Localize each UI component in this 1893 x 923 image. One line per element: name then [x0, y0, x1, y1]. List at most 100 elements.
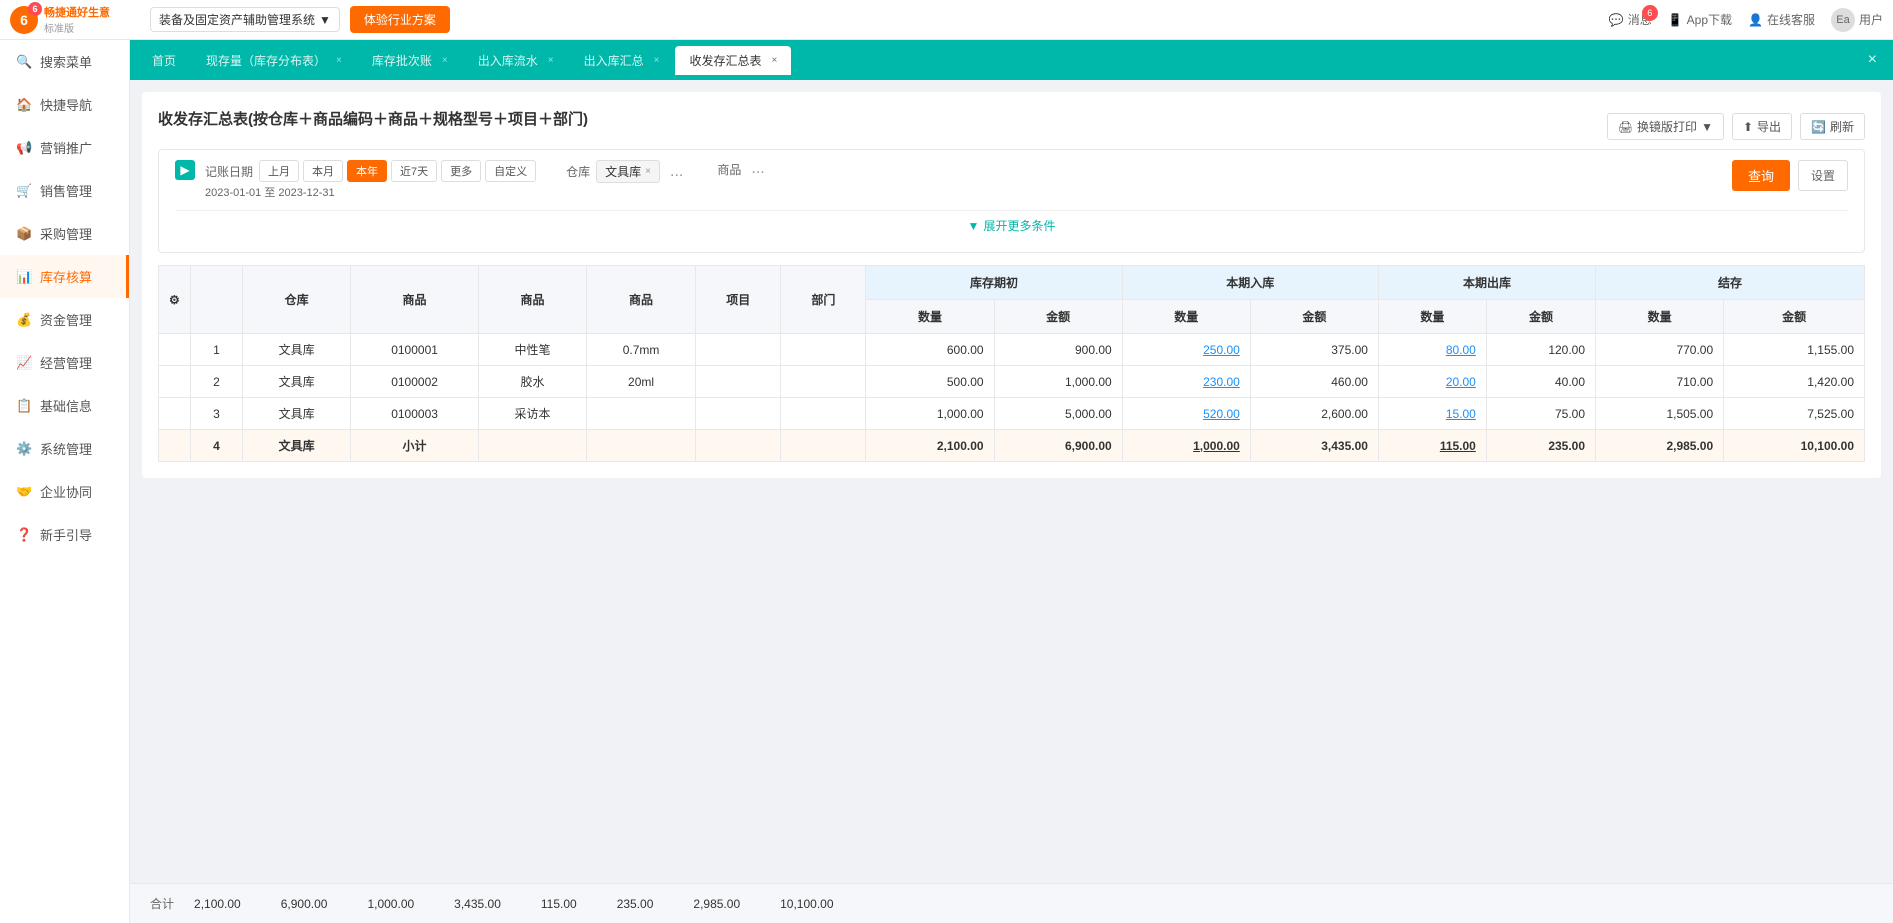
date-last-7-days[interactable]: 近7天	[391, 160, 437, 182]
row-in-qty[interactable]: 250.00	[1122, 334, 1250, 366]
filter-actions: 查询 设置	[1732, 160, 1848, 191]
sidebar-item-operations[interactable]: 📈 经营管理	[0, 341, 129, 384]
row-product-spec	[586, 398, 695, 430]
tab-close-stock-dist[interactable]: ×	[336, 55, 342, 66]
row-in-qty[interactable]: 230.00	[1122, 366, 1250, 398]
marketing-icon: 📢	[16, 140, 32, 156]
sidebar-item-quick[interactable]: 🏠 快捷导航	[0, 83, 129, 126]
refresh-button[interactable]: 🔄 刷新	[1800, 113, 1865, 140]
row-opening-qty: 500.00	[866, 366, 994, 398]
tab-close-batch[interactable]: ×	[442, 55, 448, 66]
collab-icon: 🤝	[16, 484, 32, 500]
sidebar-item-purchase[interactable]: 📦 采购管理	[0, 212, 129, 255]
row-product-spec: 0.7mm	[586, 334, 695, 366]
row-balance-amount: 1,155.00	[1724, 334, 1865, 366]
sidebar-item-collab[interactable]: 🤝 企业协同	[0, 470, 129, 513]
subtotal-in-qty[interactable]: 1,000.00	[1122, 430, 1250, 462]
date-more[interactable]: 更多	[441, 160, 481, 182]
date-custom[interactable]: 自定义	[485, 160, 536, 182]
date-this-year[interactable]: 本年	[347, 160, 387, 182]
tab-receive-summary[interactable]: 收发存汇总表 ×	[675, 46, 791, 75]
th-in-qty: 数量	[1122, 300, 1250, 334]
row-settings	[159, 334, 191, 366]
th-row-num	[190, 266, 242, 334]
service-icon: 👤	[1748, 13, 1763, 27]
page-content: 收发存汇总表(按仓库＋商品编码＋商品＋规格型号＋项目＋部门) 🖨 换镜版打印 ▼…	[130, 80, 1893, 883]
row-settings	[159, 398, 191, 430]
tab-close-in-out-summary[interactable]: ×	[654, 55, 660, 66]
row-out-qty[interactable]: 20.00	[1378, 366, 1486, 398]
row-balance-amount: 1,420.00	[1724, 366, 1865, 398]
subtotal-empty1	[479, 430, 587, 462]
warehouse-dots[interactable]: ...	[666, 163, 687, 181]
printer-icon: 🖨	[1618, 120, 1633, 134]
row-opening-amount: 5,000.00	[994, 398, 1122, 430]
sidebar-item-search[interactable]: 🔍 搜索菜单	[0, 40, 129, 83]
sidebar-item-guide[interactable]: ❓ 新手引导	[0, 513, 129, 556]
footer-in-amount: 3,435.00	[454, 897, 501, 911]
row-balance-qty: 1,505.00	[1596, 398, 1724, 430]
product-filter: 商品 ...	[717, 160, 768, 178]
date-filter: 记账日期 上月 本月 本年 近7天 更多 自定义 2023	[205, 160, 536, 200]
subtotal-opening-amount: 6,900.00	[994, 430, 1122, 462]
user-item[interactable]: Ea 用户	[1831, 8, 1883, 32]
top-header: 6 6 畅捷通好生意 标准版 装备及固定资产辅助管理系统 ▼ 体验行业方案 💬 …	[0, 0, 1893, 40]
row-opening-qty: 600.00	[866, 334, 994, 366]
row-in-qty[interactable]: 520.00	[1122, 398, 1250, 430]
message-item[interactable]: 💬 消息 6	[1609, 11, 1652, 28]
page-header-row: 收发存汇总表(按仓库＋商品编码＋商品＋规格型号＋项目＋部门) 🖨 换镜版打印 ▼…	[158, 108, 1865, 145]
online-service-item[interactable]: 👤 在线客服	[1748, 11, 1815, 28]
expand-more-bar[interactable]: ▼ 展开更多条件	[175, 210, 1848, 240]
tab-in-out-flow[interactable]: 出入库流水 ×	[464, 46, 568, 75]
filter-expand-icon[interactable]: ▶	[175, 160, 195, 180]
export-icon: ⬆	[1743, 120, 1753, 134]
row-product-name: 采访本	[479, 398, 587, 430]
th-in-amount: 金额	[1250, 300, 1378, 334]
row-department	[781, 334, 866, 366]
subtotal-out-qty[interactable]: 115.00	[1378, 430, 1486, 462]
row-department	[781, 398, 866, 430]
th-product-code: 商品	[351, 266, 479, 334]
system-icon: ⚙️	[16, 441, 32, 457]
print-button[interactable]: 🖨 换镜版打印 ▼	[1607, 113, 1724, 140]
export-button[interactable]: ⬆ 导出	[1732, 113, 1792, 140]
th-project: 项目	[696, 266, 781, 334]
th-out-qty: 数量	[1378, 300, 1486, 334]
sidebar-item-marketing[interactable]: 📢 营销推广	[0, 126, 129, 169]
inventory-icon: 📊	[16, 269, 32, 285]
settings-button[interactable]: 设置	[1798, 160, 1848, 191]
sidebar-item-sales[interactable]: 🛒 销售管理	[0, 169, 129, 212]
warehouse-tag-remove[interactable]: ×	[645, 166, 651, 177]
tab-close-in-out-flow[interactable]: ×	[548, 55, 554, 66]
product-dots[interactable]: ...	[747, 160, 768, 178]
date-last-month[interactable]: 上月	[259, 160, 299, 182]
subtotal-label: 小计	[351, 430, 479, 462]
tab-close-receive-summary[interactable]: ×	[771, 55, 777, 66]
row-product-name: 中性笔	[479, 334, 587, 366]
tab-stock-dist[interactable]: 现存量（库存分布表） ×	[192, 46, 356, 75]
brand-text: 畅捷通好生意 标准版	[44, 4, 110, 35]
row-balance-amount: 7,525.00	[1724, 398, 1865, 430]
sidebar-item-inventory[interactable]: 📊 库存核算	[0, 255, 129, 298]
sidebar-item-system[interactable]: ⚙️ 系统管理	[0, 427, 129, 470]
tab-in-out-summary[interactable]: 出入库汇总 ×	[570, 46, 674, 75]
try-industry-button[interactable]: 体验行业方案	[350, 6, 450, 33]
header-left: 6 6 畅捷通好生意 标准版 装备及固定资产辅助管理系统 ▼ 体验行业方案	[10, 4, 450, 35]
sidebar-item-finance[interactable]: 💰 资金管理	[0, 298, 129, 341]
th-out: 本期出库	[1378, 266, 1595, 300]
date-this-month[interactable]: 本月	[303, 160, 343, 182]
tab-home[interactable]: 首页	[138, 46, 190, 75]
subtotal-settings	[159, 430, 191, 462]
sidebar-item-base[interactable]: 📋 基础信息	[0, 384, 129, 427]
system-selector[interactable]: 装备及固定资产辅助管理系统 ▼	[150, 7, 340, 32]
tab-bar-close[interactable]: ×	[1860, 51, 1885, 69]
row-out-qty[interactable]: 15.00	[1378, 398, 1486, 430]
row-out-qty[interactable]: 80.00	[1378, 334, 1486, 366]
message-icon: 💬	[1609, 13, 1624, 27]
tab-batch[interactable]: 库存批次账 ×	[358, 46, 462, 75]
query-button[interactable]: 查询	[1732, 160, 1790, 191]
footer-numbers: 2,100.00 6,900.00 1,000.00 3,435.00 115.…	[194, 897, 834, 911]
table-row: 2 文具库 0100002 胶水 20ml 500.00 1,000.00 23…	[159, 366, 1865, 398]
footer-out-amount: 235.00	[617, 897, 654, 911]
app-download-item[interactable]: 📱 App下载	[1668, 11, 1732, 28]
